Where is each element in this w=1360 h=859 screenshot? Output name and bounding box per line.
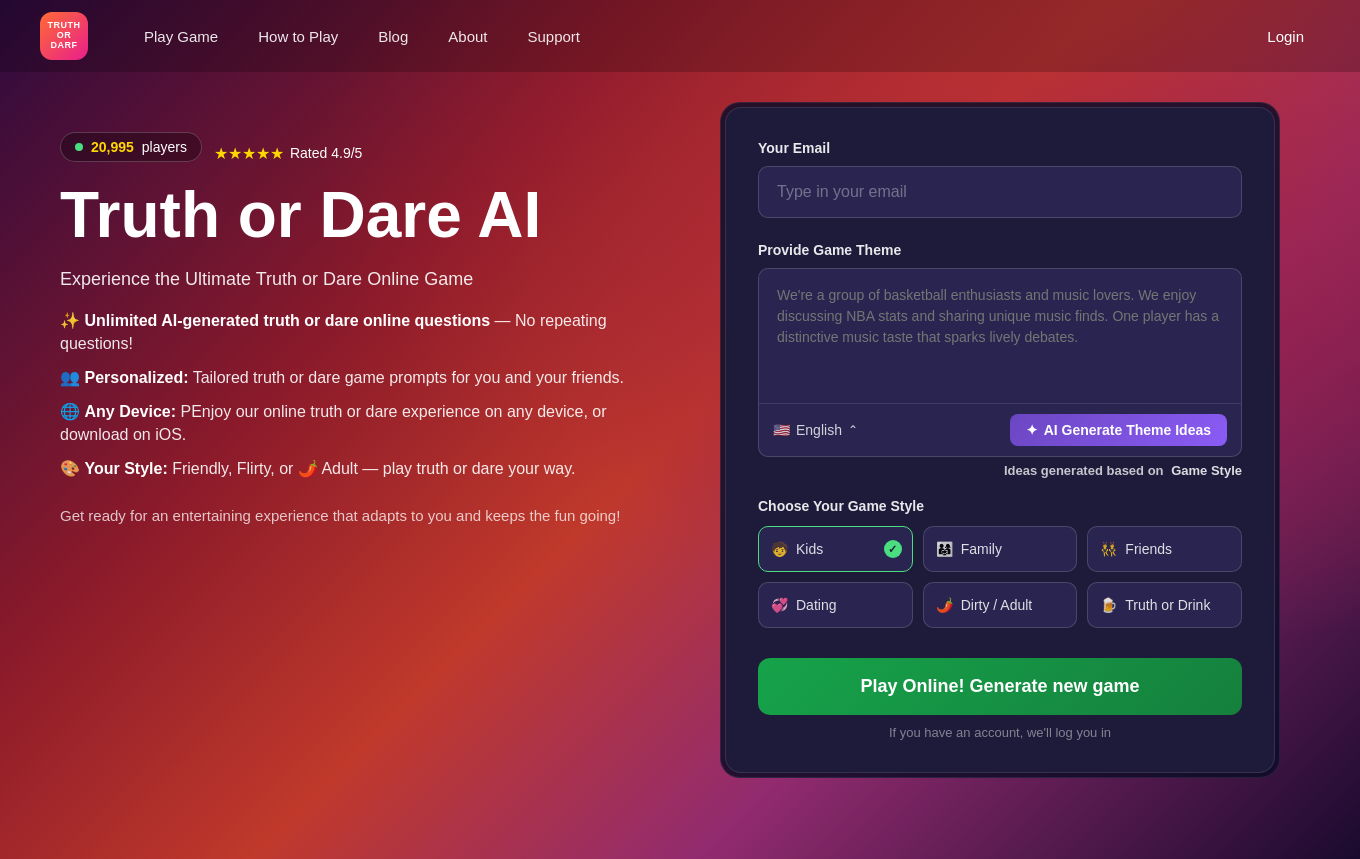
language-selector[interactable]: 🇺🇸 English ⌃ — [773, 422, 858, 438]
nav-links: Play Game How to Play Blog About Support — [128, 20, 1251, 53]
feature-list: ✨ Unlimited AI-generated truth or dare o… — [60, 310, 660, 480]
theme-label: Provide Game Theme — [758, 242, 1242, 258]
nav-link-blog[interactable]: Blog — [362, 20, 424, 53]
nav-link-play-game[interactable]: Play Game — [128, 20, 234, 53]
email-input[interactable] — [758, 166, 1242, 218]
style-dirty-label: Dirty / Adult — [961, 597, 1033, 613]
sparkle-icon: ✦ — [1026, 422, 1038, 438]
feature-item-4: 🎨 Your Style: Friendly, Flirty, or 🌶️ Ad… — [60, 458, 660, 480]
login-button[interactable]: Login — [1251, 20, 1320, 53]
rating-text: Rated 4.9/5 — [290, 145, 362, 161]
logo[interactable]: TRUTH OR DARF — [40, 12, 88, 60]
feature-text-4: Friendly, Flirty, or 🌶️ Adult — play tru… — [168, 460, 576, 477]
style-family-label: Family — [961, 541, 1002, 557]
dating-emoji: 💞 — [771, 597, 788, 613]
feature-item-2: 👥 Personalized: Tailored truth or dare g… — [60, 367, 660, 389]
language-label: English — [796, 422, 842, 438]
game-card-inner: Your Email Provide Game Theme 🇺🇸 English… — [725, 107, 1275, 773]
hero-subtitle: Experience the Ultimate Truth or Dare On… — [60, 269, 660, 290]
chevron-down-icon: ⌃ — [848, 423, 858, 437]
players-badge: 20,995 players — [60, 132, 202, 162]
nav-link-about[interactable]: About — [432, 20, 503, 53]
feature-bold-4: Your Style: — [84, 460, 167, 477]
dirty-emoji: 🌶️ — [936, 597, 953, 613]
style-dating-label: Dating — [796, 597, 836, 613]
style-friends[interactable]: 👯 Friends — [1087, 526, 1242, 572]
family-emoji: 👨‍👩‍👧 — [936, 541, 953, 557]
feature-bold-1: Unlimited AI-generated truth or dare onl… — [84, 312, 490, 329]
game-card: Your Email Provide Game Theme 🇺🇸 English… — [720, 102, 1280, 778]
style-drink-label: Truth or Drink — [1125, 597, 1210, 613]
nav-link-support[interactable]: Support — [511, 20, 596, 53]
left-panel: 20,995 players ★★★★★ Rated 4.9/5 Truth o… — [60, 92, 660, 527]
style-kids[interactable]: 🧒 Kids ✓ — [758, 526, 913, 572]
feature-item-3: 🌐 Any Device: PEnjoy our online truth or… — [60, 401, 660, 446]
feature-emoji-3: 🌐 — [60, 403, 84, 420]
drink-emoji: 🍺 — [1100, 597, 1117, 613]
email-label: Your Email — [758, 140, 1242, 156]
feature-bold-2: Personalized: — [84, 369, 188, 386]
ai-generate-button[interactable]: ✦ AI Generate Theme Ideas — [1010, 414, 1227, 446]
navbar: TRUTH OR DARF Play Game How to Play Blog… — [0, 0, 1360, 72]
nav-link-how-to-play[interactable]: How to Play — [242, 20, 354, 53]
players-count: 20,995 — [91, 139, 134, 155]
ai-btn-label: AI Generate Theme Ideas — [1044, 422, 1211, 438]
main-content: 20,995 players ★★★★★ Rated 4.9/5 Truth o… — [0, 72, 1360, 859]
friends-emoji: 👯 — [1100, 541, 1117, 557]
ideas-note: Ideas generated based on Game Style — [758, 463, 1242, 478]
style-dating[interactable]: 💞 Dating — [758, 582, 913, 628]
textarea-footer: 🇺🇸 English ⌃ ✦ AI Generate Theme Ideas — [759, 403, 1241, 456]
play-button[interactable]: Play Online! Generate new game — [758, 658, 1242, 715]
flag-icon: 🇺🇸 — [773, 422, 790, 438]
logo-icon: TRUTH OR DARF — [40, 12, 88, 60]
ideas-note-prefix: Ideas generated based on — [1004, 463, 1164, 478]
feature-item-1: ✨ Unlimited AI-generated truth or dare o… — [60, 310, 660, 355]
style-label: Choose Your Game Style — [758, 498, 1242, 514]
login-note: If you have an account, we'll log you in — [758, 725, 1242, 740]
feature-emoji-1: ✨ — [60, 312, 84, 329]
style-grid: 🧒 Kids ✓ 👨‍👩‍👧 Family 👯 Friends 💞 — [758, 526, 1242, 628]
style-kids-label: Kids — [796, 541, 823, 557]
ideas-note-link: Game Style — [1171, 463, 1242, 478]
style-dirty-adult[interactable]: 🌶️ Dirty / Adult — [923, 582, 1078, 628]
hero-title: Truth or Dare AI — [60, 182, 660, 249]
kids-emoji: 🧒 — [771, 541, 788, 557]
theme-textarea[interactable] — [759, 269, 1241, 399]
theme-textarea-wrapper: 🇺🇸 English ⌃ ✦ AI Generate Theme Ideas — [758, 268, 1242, 457]
rating-badge: ★★★★★ Rated 4.9/5 — [214, 144, 362, 163]
active-indicator — [75, 143, 83, 151]
stars-icon: ★★★★★ — [214, 144, 284, 163]
style-truth-or-drink[interactable]: 🍺 Truth or Drink — [1087, 582, 1242, 628]
feature-emoji-2: 👥 — [60, 369, 84, 386]
players-label: players — [142, 139, 187, 155]
check-icon: ✓ — [884, 540, 902, 558]
right-panel: Your Email Provide Game Theme 🇺🇸 English… — [720, 102, 1280, 778]
description-text: Get ready for an entertaining experience… — [60, 505, 660, 528]
feature-bold-3: Any Device: — [84, 403, 176, 420]
style-friends-label: Friends — [1125, 541, 1172, 557]
style-family[interactable]: 👨‍👩‍👧 Family — [923, 526, 1078, 572]
feature-emoji-4: 🎨 — [60, 460, 84, 477]
feature-text-2: Tailored truth or dare game prompts for … — [188, 369, 623, 386]
